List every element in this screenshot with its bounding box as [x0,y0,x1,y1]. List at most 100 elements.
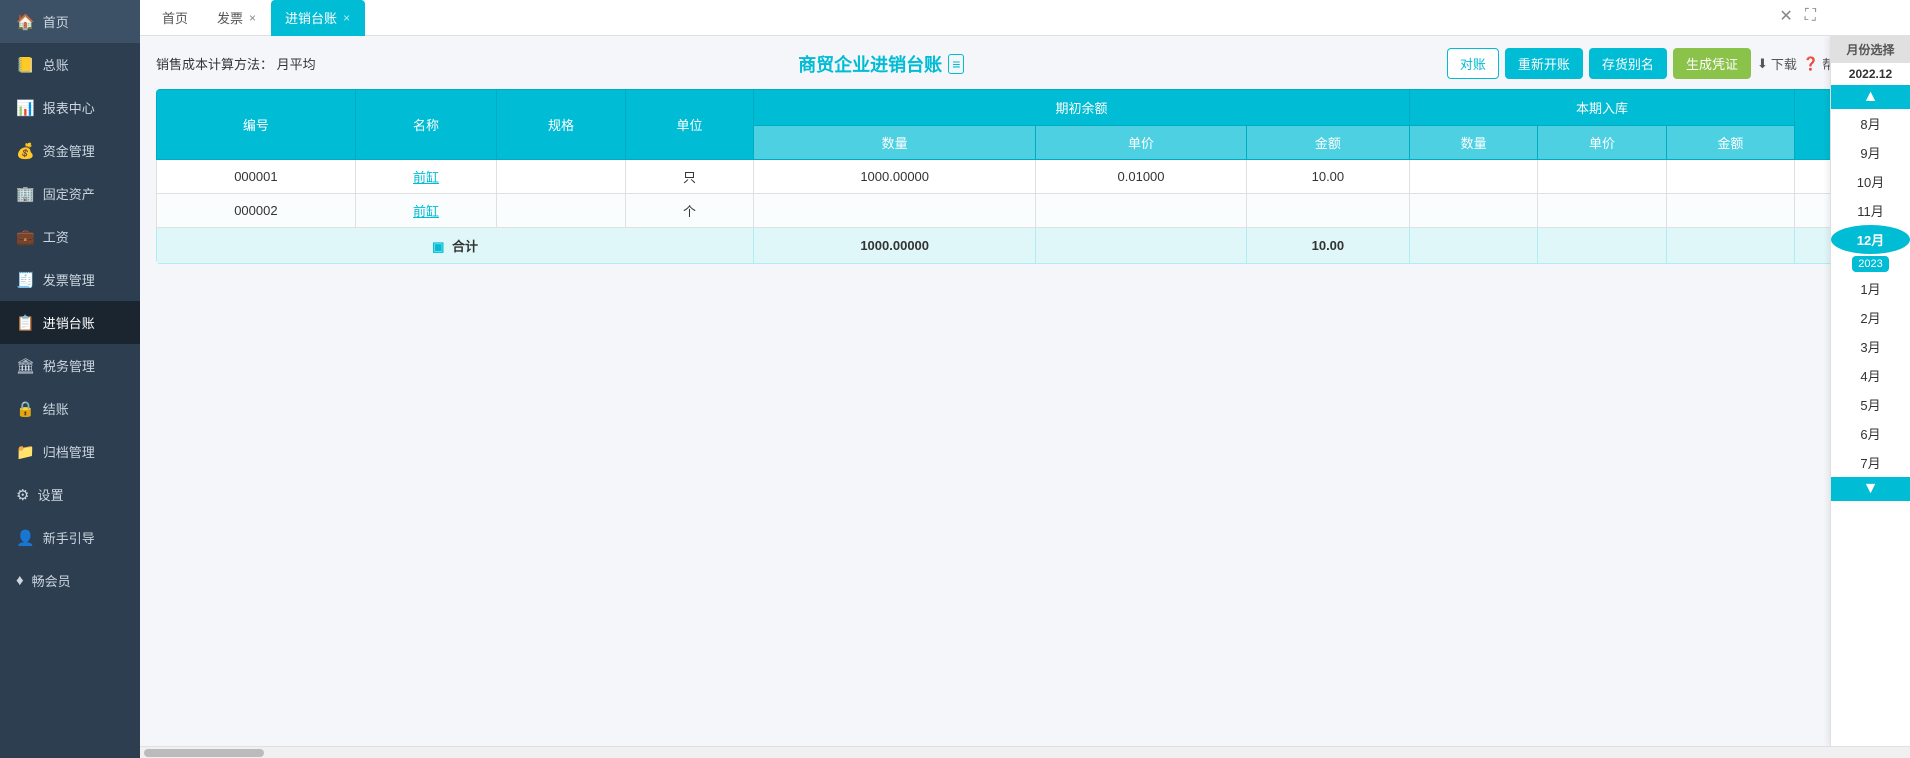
sidebar-item-reports[interactable]: 📊 报表中心 [0,86,140,129]
month-item-12[interactable]: 12月 [1831,225,1910,254]
tab-home[interactable]: 首页 [148,0,203,36]
cost-method: 销售成本计算方法： 月平均 [156,54,316,73]
total-icon: ▣ [432,239,444,254]
sidebar-item-label: 畅会员 [32,571,71,590]
sidebar-item-label: 总账 [43,55,69,74]
table-row: 000001 前缸 只 1000.00000 0.01000 10.00 [157,160,1894,194]
cell-in-qty [1409,160,1537,194]
scrollbar-thumb[interactable] [144,749,264,757]
month-item-2023-4[interactable]: 4月 [1831,361,1910,390]
tab-stock-ledger-close[interactable]: × [343,11,350,25]
cell-in-amount [1666,160,1794,194]
cell-spec [497,194,625,228]
cell-id: 000002 [157,194,356,228]
sidebar-item-vip[interactable]: ♦ 畅会员 [0,559,140,602]
sidebar-item-tax[interactable]: 🏛 税务管理 [0,344,140,387]
cell-name: 前缸 [355,160,497,194]
reopen-button[interactable]: 重新开账 [1505,48,1583,79]
sidebar-item-close[interactable]: 🔒 结账 [0,387,140,430]
finance-icon: 💰 [16,142,35,160]
tab-stock-ledger[interactable]: 进销台账 × [271,0,365,36]
tab-stock-ledger-label: 进销台账 [285,8,337,27]
total-in-amount [1666,228,1794,264]
window-close-button[interactable]: ✕ [1775,6,1796,26]
top-bar: 销售成本计算方法： 月平均 商贸企业进销台账 ≡ 对账 重新开账 存货别名 生成… [156,48,1894,79]
tab-invoice-close[interactable]: × [249,11,256,25]
sidebar-item-stock[interactable]: 📋 进销台账 [0,301,140,344]
sub-in-price: 单价 [1538,126,1666,160]
sidebar-item-archive[interactable]: 📁 归档管理 [0,430,140,473]
cell-opening-qty [754,194,1036,228]
month-scroll-down[interactable]: ▼ [1831,477,1910,501]
cell-in-amount [1666,194,1794,228]
month-item-9[interactable]: 9月 [1831,138,1910,167]
tab-home-label: 首页 [162,8,188,27]
table-row: 000002 前缸 个 [157,194,1894,228]
sidebar-item-label: 税务管理 [43,356,95,375]
sidebar-item-guide[interactable]: 👤 新手引导 [0,516,140,559]
tab-invoice[interactable]: 发票 × [203,0,271,36]
settings-icon: ⚙ [16,486,29,504]
cell-unit: 只 [625,160,753,194]
sidebar-item-label: 结账 [43,399,69,418]
month-item-2023-5[interactable]: 5月 [1831,390,1910,419]
sub-in-amount: 金额 [1666,126,1794,160]
month-item-2023-3[interactable]: 3月 [1831,332,1910,361]
month-item-2023-1[interactable]: 1月 [1831,274,1910,303]
sidebar-item-label: 报表中心 [43,98,95,117]
sidebar-item-invoice-mgmt[interactable]: 🧾 发票管理 [0,258,140,301]
cell-name: 前缸 [355,194,497,228]
month-item-2023-2[interactable]: 2月 [1831,303,1910,332]
home-icon: 🏠 [16,13,35,31]
sidebar-item-label: 设置 [37,485,63,504]
sidebar-item-ledger[interactable]: 📒 总账 [0,43,140,86]
sidebar-item-label: 归档管理 [43,442,95,461]
page-title: 商贸企业进销台账 ≡ [798,51,964,77]
cell-in-price [1538,160,1666,194]
sub-opening-price: 单价 [1036,126,1247,160]
sidebar-item-payroll[interactable]: 💼 工资 [0,215,140,258]
sidebar: 🏠 首页 📒 总账 📊 报表中心 💰 资金管理 🏢 固定资产 💼 工资 🧾 发票… [0,0,140,758]
col-spec: 规格 [497,90,625,160]
horizontal-scrollbar[interactable] [140,746,1910,758]
window-maximize-button[interactable]: ⛶ [1801,6,1820,26]
sidebar-item-settings[interactable]: ⚙ 设置 [0,473,140,516]
month-scroll-up[interactable]: ▲ [1831,85,1910,109]
sub-in-qty: 数量 [1409,126,1537,160]
sidebar-item-label: 固定资产 [43,184,95,203]
sidebar-item-home[interactable]: 🏠 首页 [0,0,140,43]
sidebar-item-finance[interactable]: 💰 资金管理 [0,129,140,172]
reconcile-button[interactable]: 对账 [1447,48,1499,79]
title-info-icon[interactable]: ≡ [948,54,964,74]
month-item-8[interactable]: 8月 [1831,109,1910,138]
reports-icon: 📊 [16,99,35,117]
name-link[interactable]: 前缸 [413,204,439,219]
month-panel-title: 月份选择 [1831,36,1910,63]
cell-opening-qty: 1000.00000 [754,160,1036,194]
total-in-qty [1409,228,1537,264]
payroll-icon: 💼 [16,228,35,246]
name-link[interactable]: 前缸 [413,170,439,185]
download-button[interactable]: ⬇ 下载 [1757,54,1797,73]
sidebar-item-assets[interactable]: 🏢 固定资产 [0,172,140,215]
cell-spec [497,160,625,194]
month-item-11[interactable]: 11月 [1831,196,1910,225]
total-opening-qty: 1000.00000 [754,228,1036,264]
tab-invoice-label: 发票 [217,8,243,27]
col-id: 编号 [157,90,356,160]
month-item-2023-6[interactable]: 6月 [1831,419,1910,448]
month-item-2023-7[interactable]: 7月 [1831,448,1910,477]
generate-voucher-button[interactable]: 生成凭证 [1673,48,1751,79]
window-controls: ✕ ⛶ [1775,6,1820,26]
invoice-mgmt-icon: 🧾 [16,271,35,289]
month-panel-scroll: ▲ 8月 9月 10月 11月 12月 2023 1月 2月 3月 4月 5月 … [1831,85,1910,746]
help-icon: ❓ [1803,56,1819,72]
archive-icon: 📁 [16,443,35,461]
sidebar-item-label: 资金管理 [43,141,95,160]
page-title-text: 商贸企业进销台账 [798,51,942,77]
col-opening-balance: 期初余额 [754,90,1410,126]
month-item-10[interactable]: 10月 [1831,167,1910,196]
month-panel: 月份选择 2022.12 ▲ 8月 9月 10月 11月 12月 2023 1月… [1830,36,1910,746]
save-alias-button[interactable]: 存货别名 [1589,48,1667,79]
cell-opening-amount [1246,194,1409,228]
